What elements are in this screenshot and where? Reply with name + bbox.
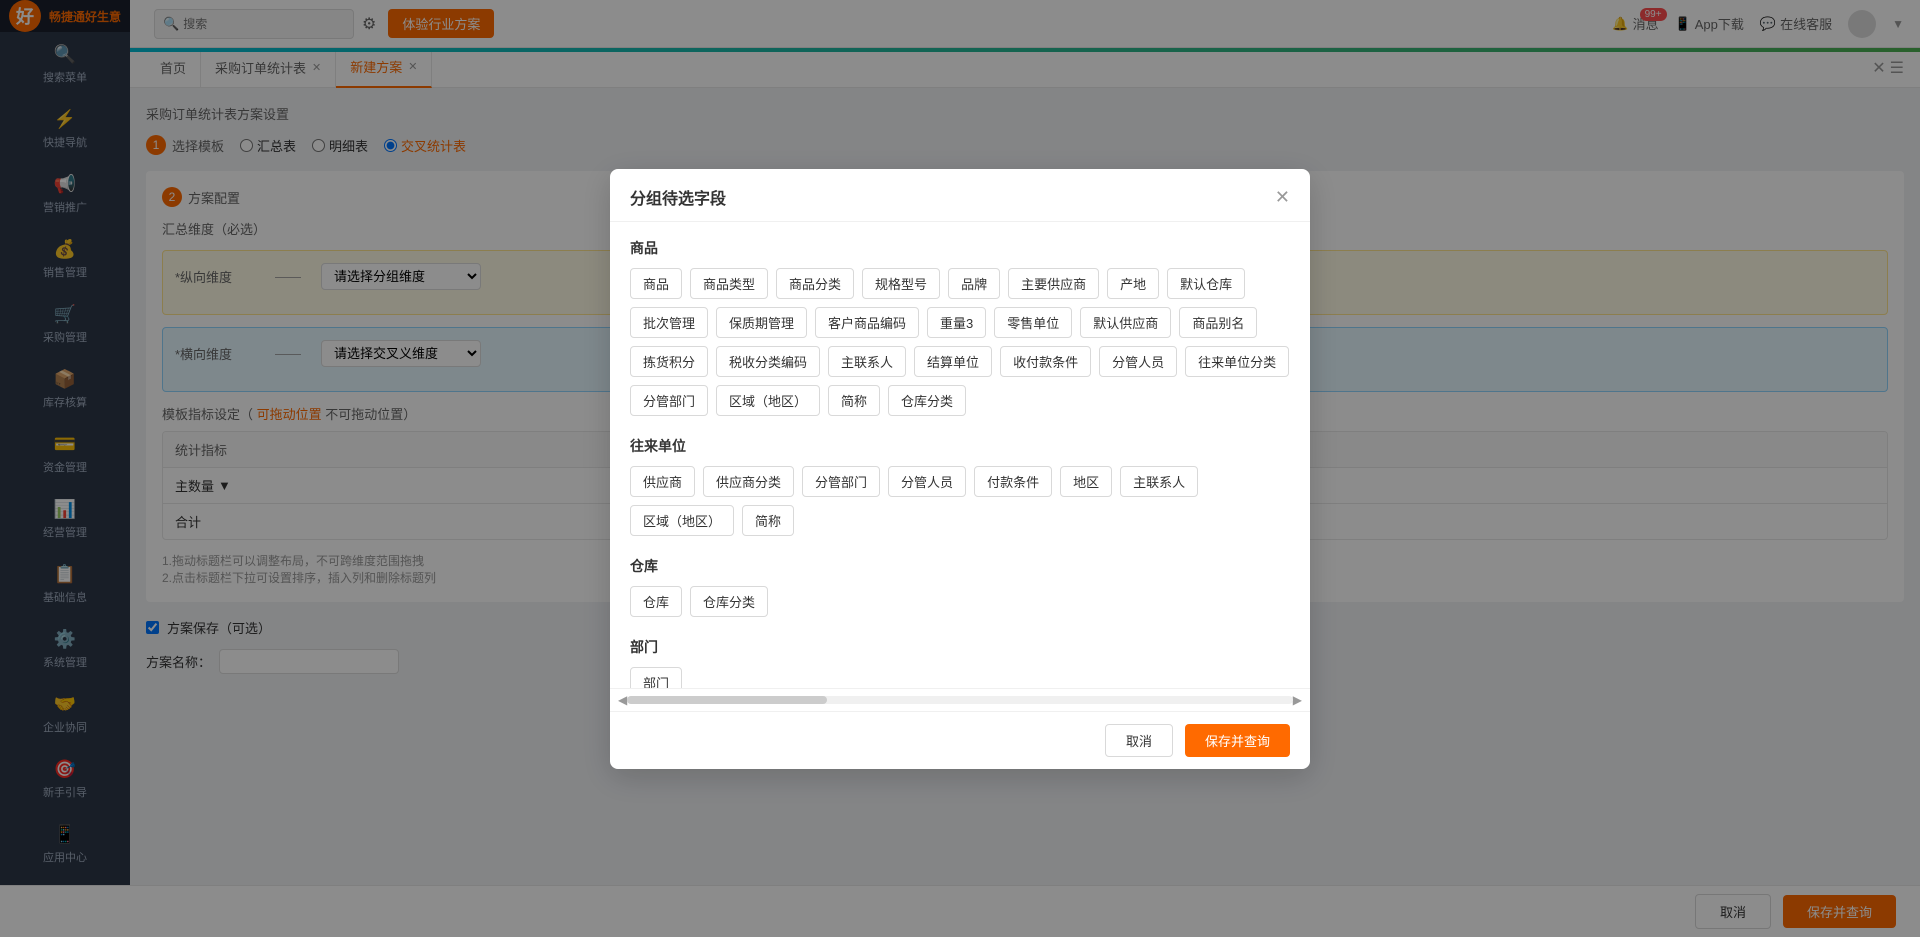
modal-footer: 取消 保存并查询 bbox=[610, 711, 1310, 769]
modal-title: 分组待选字段 bbox=[630, 185, 726, 209]
field-chip-short-name[interactable]: 简称 bbox=[828, 385, 880, 416]
modal-header: 分组待选字段 ✕ bbox=[610, 169, 1310, 222]
field-chip-abbr[interactable]: 简称 bbox=[742, 505, 794, 536]
field-chip-product[interactable]: 商品 bbox=[630, 268, 682, 299]
field-chip-wh[interactable]: 仓库 bbox=[630, 586, 682, 617]
section-title-warehouse: 仓库 bbox=[630, 556, 1290, 576]
hscroll-left-arrow[interactable]: ◀ bbox=[618, 693, 627, 707]
field-grid-product: 商品商品类型商品分类规格型号品牌主要供应商产地默认仓库批次管理保质期管理客户商品… bbox=[630, 268, 1290, 416]
field-chip-admin-person[interactable]: 分管人员 bbox=[888, 466, 966, 497]
field-section-warehouse: 仓库仓库仓库分类 bbox=[630, 556, 1290, 617]
modal-hscroll: ◀ ▶ bbox=[610, 688, 1310, 711]
field-chip-batch-mgmt[interactable]: 批次管理 bbox=[630, 307, 708, 338]
modal-overlay: 分组待选字段 ✕ 商品商品商品类型商品分类规格型号品牌主要供应商产地默认仓库批次… bbox=[0, 0, 1920, 937]
field-chip-dep[interactable]: 部门 bbox=[630, 667, 682, 688]
hscroll-track bbox=[627, 696, 1293, 704]
field-chip-admin-dept[interactable]: 分管部门 bbox=[630, 385, 708, 416]
field-chip-dept[interactable]: 分管部门 bbox=[802, 466, 880, 497]
hscroll-right-arrow[interactable]: ▶ bbox=[1293, 693, 1302, 707]
field-chip-region2[interactable]: 区域（地区） bbox=[630, 505, 734, 536]
hscroll-thumb[interactable] bbox=[627, 696, 827, 704]
field-chip-default-warehouse[interactable]: 默认仓库 bbox=[1167, 268, 1245, 299]
field-chip-payment-terms[interactable]: 收付款条件 bbox=[1000, 346, 1091, 377]
field-chip-pick-points[interactable]: 拣货积分 bbox=[630, 346, 708, 377]
field-chip-wh-category[interactable]: 仓库分类 bbox=[690, 586, 768, 617]
modal-confirm-btn[interactable]: 保存并查询 bbox=[1185, 724, 1290, 757]
field-chip-region[interactable]: 区域（地区） bbox=[716, 385, 820, 416]
field-chip-default-supplier[interactable]: 默认供应商 bbox=[1080, 307, 1171, 338]
field-chip-product-alias[interactable]: 商品别名 bbox=[1179, 307, 1257, 338]
field-chip-main-supplier[interactable]: 主要供应商 bbox=[1008, 268, 1099, 299]
field-chip-payment-cond[interactable]: 付款条件 bbox=[974, 466, 1052, 497]
modal: 分组待选字段 ✕ 商品商品商品类型商品分类规格型号品牌主要供应商产地默认仓库批次… bbox=[610, 169, 1310, 769]
field-chip-product-type[interactable]: 商品类型 bbox=[690, 268, 768, 299]
section-title-product: 商品 bbox=[630, 238, 1290, 258]
field-section-counterpart: 往来单位供应商供应商分类分管部门分管人员付款条件地区主联系人区域（地区） 简称 bbox=[630, 436, 1290, 536]
field-chip-tax-code[interactable]: 税收分类编码 bbox=[716, 346, 820, 377]
field-chip-spec-type[interactable]: 规格型号 bbox=[862, 268, 940, 299]
section-title-counterpart: 往来单位 bbox=[630, 436, 1290, 456]
field-grid-department: 部门 bbox=[630, 667, 1290, 688]
field-grid-warehouse: 仓库仓库分类 bbox=[630, 586, 1290, 617]
field-chip-supplier[interactable]: 供应商 bbox=[630, 466, 695, 497]
field-chip-area[interactable]: 地区 bbox=[1060, 466, 1112, 497]
field-chip-counterpart-category[interactable]: 往来单位分类 bbox=[1185, 346, 1289, 377]
section-title-department: 部门 bbox=[630, 637, 1290, 657]
field-section-product: 商品商品商品类型商品分类规格型号品牌主要供应商产地默认仓库批次管理保质期管理客户… bbox=[630, 238, 1290, 416]
field-chip-origin[interactable]: 产地 bbox=[1107, 268, 1159, 299]
field-chip-brand[interactable]: 品牌 bbox=[948, 268, 1000, 299]
field-chip-contact[interactable]: 主联系人 bbox=[1120, 466, 1198, 497]
modal-body: 商品商品商品类型商品分类规格型号品牌主要供应商产地默认仓库批次管理保质期管理客户… bbox=[610, 222, 1310, 688]
field-chip-retail-unit[interactable]: 零售单位 bbox=[994, 307, 1072, 338]
modal-close-btn[interactable]: ✕ bbox=[1275, 188, 1290, 206]
modal-cancel-btn[interactable]: 取消 bbox=[1105, 724, 1173, 757]
field-chip-expiry-mgmt[interactable]: 保质期管理 bbox=[716, 307, 807, 338]
field-chip-warehouse-category[interactable]: 仓库分类 bbox=[888, 385, 966, 416]
field-chip-supplier-category[interactable]: 供应商分类 bbox=[703, 466, 794, 497]
field-section-department: 部门部门 bbox=[630, 637, 1290, 688]
field-chip-weight3[interactable]: 重量3 bbox=[927, 307, 986, 338]
field-chip-customer-code[interactable]: 客户商品编码 bbox=[815, 307, 919, 338]
field-chip-admin-staff[interactable]: 分管人员 bbox=[1099, 346, 1177, 377]
field-chip-settlement-unit[interactable]: 结算单位 bbox=[914, 346, 992, 377]
field-chip-main-contact[interactable]: 主联系人 bbox=[828, 346, 906, 377]
field-grid-counterpart: 供应商供应商分类分管部门分管人员付款条件地区主联系人区域（地区） 简称 bbox=[630, 466, 1290, 536]
field-chip-product-category[interactable]: 商品分类 bbox=[776, 268, 854, 299]
